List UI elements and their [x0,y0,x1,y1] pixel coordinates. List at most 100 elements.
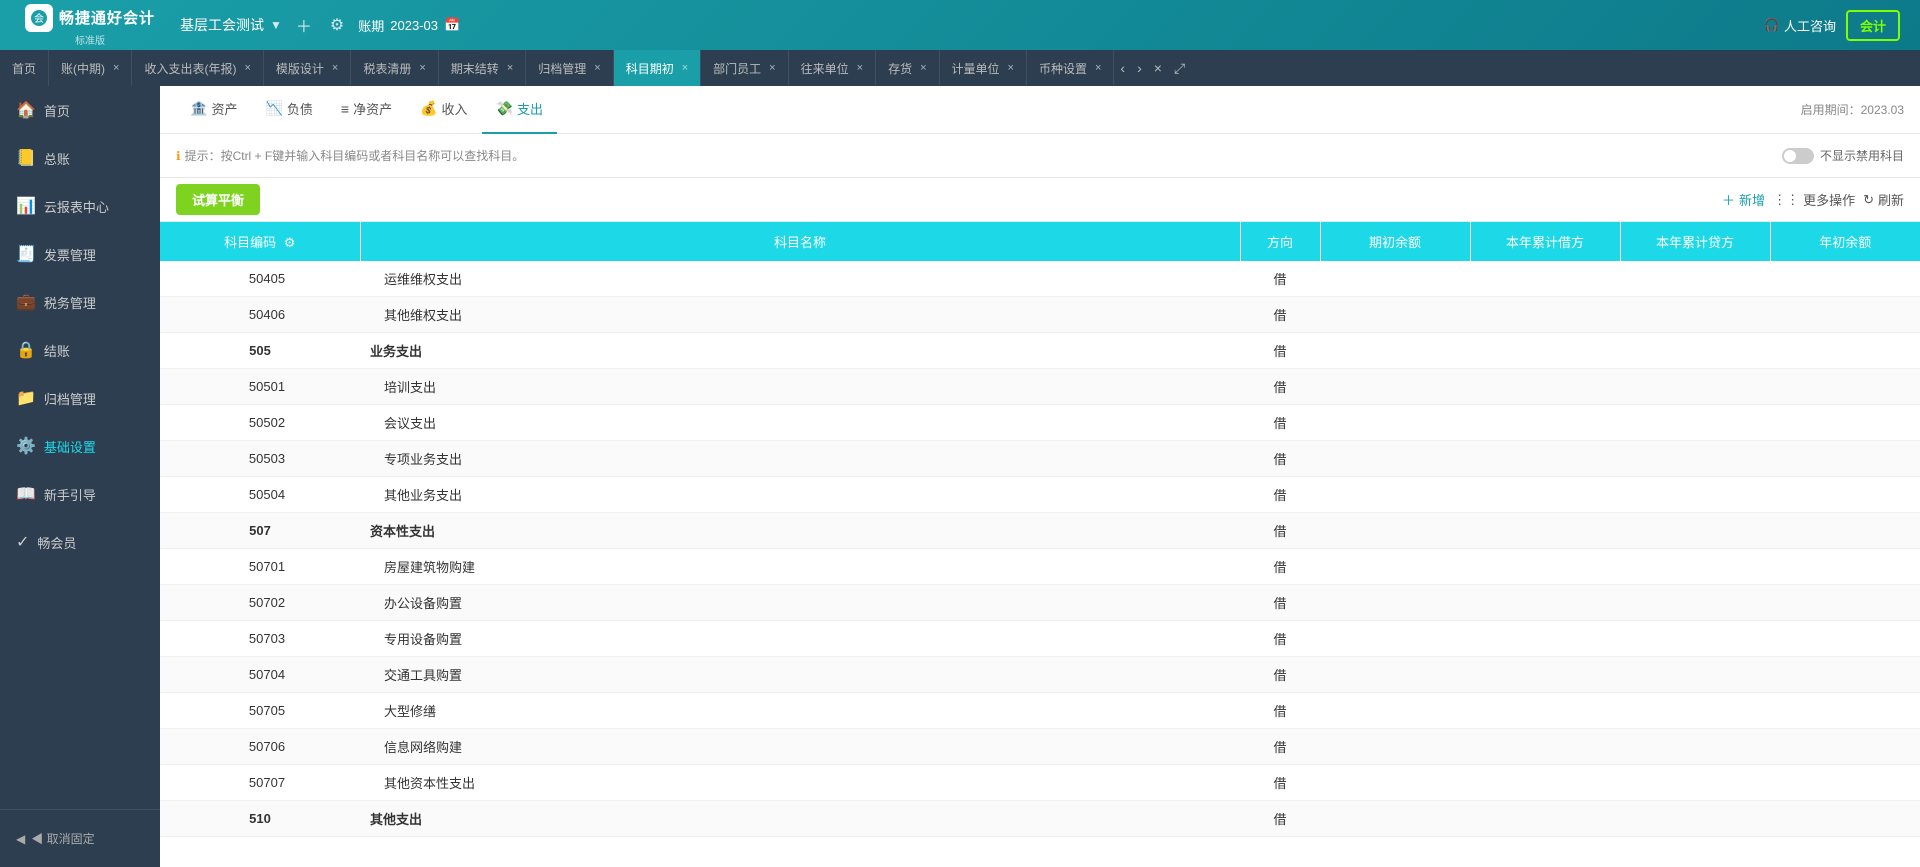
tab-close-icon[interactable]: × [857,62,863,74]
action-bar: 试算平衡 ＋ 新增 ⋮⋮ 更多操作 ↻ 刷新 [160,178,1920,222]
tab-inventory[interactable]: 存货 × [876,50,939,86]
table-row[interactable]: 50504 其他业务支出 借 [160,477,1920,513]
tab-tax-table[interactable]: 税表清册 × [351,50,438,86]
ai-consult-button[interactable]: 🎧 人工咨询 [1764,16,1836,35]
col-settings-icon[interactable]: ⚙ [284,235,296,250]
tab-home[interactable]: 首页 [0,50,49,86]
account-button[interactable]: 会计 [1846,10,1900,41]
sidebar-item-home[interactable]: 🏠 首页 [0,86,160,134]
tab-subject-initial[interactable]: 科目期初 × [614,50,701,86]
tab-close-icon[interactable]: × [769,62,775,74]
refresh-icon: ↻ [1863,192,1874,208]
tab-close-icon[interactable]: × [332,62,338,74]
sub-tab-liability[interactable]: 📉 负债 [251,86,326,134]
table-body: 50405 运维维权支出 借 50406 其他维权支出 借 505 业务支出 借… [160,261,1920,837]
tab-close-icon[interactable]: × [1095,62,1101,74]
tab-department[interactable]: 部门员工 × [701,50,788,86]
table-row[interactable]: 50705 大型修缮 借 [160,693,1920,729]
tab-close-icon[interactable]: × [244,62,250,74]
table-row[interactable]: 507 资本性支出 借 [160,513,1920,549]
sidebar-item-ledger[interactable]: 📒 总账 [0,134,160,182]
sidebar-label: 归档管理 [44,389,96,408]
pin-sidebar-button[interactable]: ◀ ◀ 取消固定 [0,820,160,857]
cell-balance [1320,585,1470,621]
tab-archive[interactable]: 归档管理 × [526,50,613,86]
table-row[interactable]: 50706 信息网络购建 借 [160,729,1920,765]
sidebar-item-invoice[interactable]: 🧾 发票管理 [0,230,160,278]
sidebar-item-close[interactable]: 🔒 结账 [0,326,160,374]
toggle-track[interactable] [1782,148,1814,164]
sub-tab-asset[interactable]: 🏦 资产 [176,86,251,134]
tab-template[interactable]: 模版设计 × [264,50,351,86]
tab-next-icon[interactable]: › [1131,60,1148,76]
table-row[interactable]: 50501 培训支出 借 [160,369,1920,405]
tab-close-all-icon[interactable]: × [1148,60,1168,76]
sidebar-item-member[interactable]: ✓ 畅会员 [0,518,160,566]
cell-balance [1320,441,1470,477]
cell-dir: 借 [1240,333,1320,369]
table-row[interactable]: 50405 运维维权支出 借 [160,261,1920,297]
tab-annual-report[interactable]: 收入支出表(年报) × [132,50,263,86]
tab-close-icon[interactable]: × [113,62,119,74]
sub-tab-label: 净资产 [353,99,392,118]
refresh-button[interactable]: ↻ 刷新 [1863,190,1904,209]
sub-tab-expense[interactable]: 💸 支出 [482,86,557,134]
toggle-thumb [1784,150,1796,162]
cell-year-balance [1770,297,1920,333]
ledger-icon: 📒 [16,148,36,168]
sidebar-item-reports[interactable]: 📊 云报表中心 [0,182,160,230]
tab-close-icon[interactable]: × [1008,62,1014,74]
col-header-name: 科目名称 [360,222,1240,261]
header-middle: 基层工会测试 ▼ ＋ ⚙ 账期 2023-03 📅 [170,11,1764,39]
calendar-icon[interactable]: 📅 [444,17,460,33]
logo-area: 会 畅捷通好会计 标准版 [10,4,170,47]
logo-subtitle: 标准版 [75,32,105,47]
settings-icon[interactable]: ⚙ [326,13,348,37]
balance-button[interactable]: 试算平衡 [176,184,260,215]
add-company-button[interactable]: ＋ [292,11,316,39]
tab-currency[interactable]: 币种设置 × [1027,50,1114,86]
tab-bar: 首页 账(中期) × 收入支出表(年报) × 模版设计 × 税表清册 × 期末结… [0,50,1920,86]
cell-balance [1320,693,1470,729]
tab-midperiod[interactable]: 账(中期) × [49,50,132,86]
sidebar-item-settings[interactable]: ⚙️ 基础设置 [0,422,160,470]
table-row[interactable]: 50701 房屋建筑物购建 借 [160,549,1920,585]
table-row[interactable]: 50704 交通工具购置 借 [160,657,1920,693]
sub-tab-income[interactable]: 💰 收入 [406,86,481,134]
headset-icon: 🎧 [1764,17,1780,33]
tab-close-icon[interactable]: × [507,62,513,74]
table-row[interactable]: 50406 其他维权支出 借 [160,297,1920,333]
table-row[interactable]: 510 其他支出 借 [160,801,1920,837]
table-row[interactable]: 50702 办公设备购置 借 [160,585,1920,621]
tab-close-icon[interactable]: × [920,62,926,74]
cell-code: 510 [160,801,360,837]
table-row[interactable]: 50502 会议支出 借 [160,405,1920,441]
net-assets-icon: ≡ [341,101,349,117]
table-row[interactable]: 50703 专用设备购置 借 [160,621,1920,657]
tab-prev-icon[interactable]: ‹ [1114,60,1131,76]
tab-unit[interactable]: 计量单位 × [940,50,1027,86]
sub-tab-net-assets[interactable]: ≡ 净资产 [327,86,406,134]
tab-period-end[interactable]: 期末结转 × [439,50,526,86]
company-selector[interactable]: 基层工会测试 ▼ [180,15,282,35]
sidebar-item-guide[interactable]: 📖 新手引导 [0,470,160,518]
sidebar-item-archive[interactable]: 📁 归档管理 [0,374,160,422]
cell-dir: 借 [1240,261,1320,297]
tab-close-icon[interactable]: × [682,62,688,74]
cell-code: 50707 [160,765,360,801]
tab-close-icon[interactable]: × [594,62,600,74]
table-row[interactable]: 50707 其他资本性支出 借 [160,765,1920,801]
guide-icon: 📖 [16,484,36,504]
add-button[interactable]: ＋ 新增 [1722,190,1765,209]
sidebar-item-tax[interactable]: 💼 税务管理 [0,278,160,326]
table-row[interactable]: 505 业务支出 借 [160,333,1920,369]
period-info: 账期 2023-03 📅 [358,16,460,35]
toggle-disabled-subjects[interactable]: 不显示禁用科目 [1782,147,1904,164]
tab-contacts[interactable]: 往来单位 × [789,50,876,86]
more-actions-button[interactable]: ⋮⋮ 更多操作 [1773,190,1855,209]
cell-debit [1470,621,1620,657]
tab-expand-icon[interactable]: ⤢ [1168,60,1191,77]
table-row[interactable]: 50503 专项业务支出 借 [160,441,1920,477]
cell-credit [1620,657,1770,693]
tab-close-icon[interactable]: × [419,62,425,74]
